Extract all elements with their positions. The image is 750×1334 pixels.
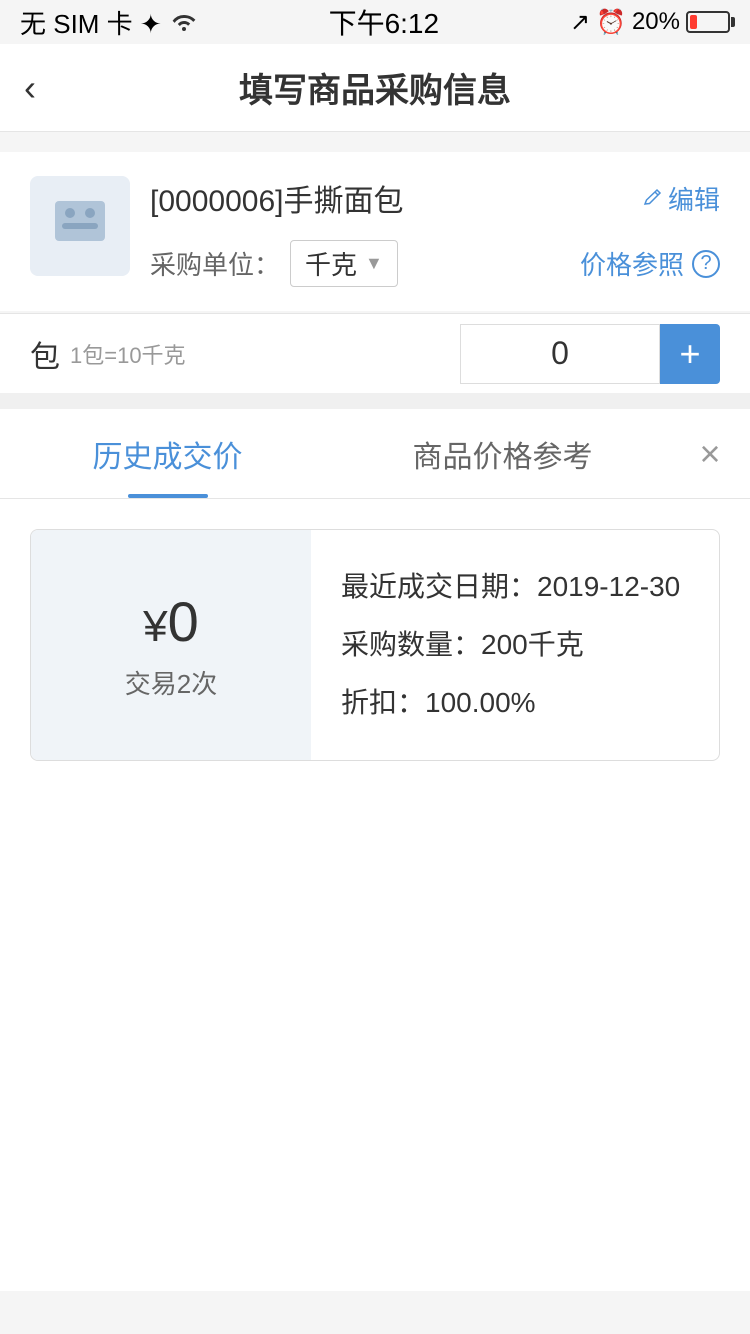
battery-icon: [686, 11, 730, 33]
price-amount: ¥0: [143, 589, 199, 654]
price-card: ¥0 交易2次 最近成交日期：2019-12-30 采购数量：200千克 折扣：…: [30, 529, 720, 761]
tab-active-indicator: [128, 494, 208, 498]
product-name-row: [0000006]手撕面包 编辑: [150, 176, 720, 220]
qty-unit: 包: [30, 332, 60, 376]
discount-value: 100.00%: [425, 687, 536, 718]
tab-bar: 历史成交价 商品价格参考 ×: [0, 409, 750, 499]
purchase-qty-value: 200千克: [481, 629, 584, 660]
price-card-wrap: ¥0 交易2次 最近成交日期：2019-12-30 采购数量：200千克 折扣：…: [0, 499, 750, 791]
quantity-section: 包 1包=10千克 0 +: [0, 313, 750, 393]
product-name: [0000006]手撕面包: [150, 176, 403, 220]
nav-bar: ‹ 填写商品采购信息: [0, 44, 750, 132]
sim-label: 无 SIM 卡 ✦: [20, 4, 162, 41]
product-icon-graphic: [50, 191, 110, 261]
back-button[interactable]: ‹: [24, 67, 36, 109]
product-section: [0000006]手撕面包 编辑 采购单位： 千克 ▼ 价格参照 ?: [0, 152, 750, 311]
product-unit-row: 采购单位： 千克 ▼ 价格参照 ?: [150, 240, 720, 287]
status-right: ↗ ⏰ 20%: [570, 8, 730, 37]
status-bar: 无 SIM 卡 ✦ 下午6:12 ↗ ⏰ 20%: [0, 0, 750, 44]
price-card-right: 最近成交日期：2019-12-30 采购数量：200千克 折扣：100.00%: [311, 530, 719, 760]
tab-history-price[interactable]: 历史成交价: [0, 409, 335, 498]
tab-product-price-ref[interactable]: 商品价格参考: [335, 409, 670, 498]
discount-item: 折扣：100.00%: [341, 682, 689, 724]
location-icon: ↗: [570, 8, 590, 37]
unit-selector-group: 采购单位： 千克 ▼: [150, 240, 398, 287]
price-ref-label: 价格参照: [580, 245, 684, 282]
price-value: 0: [168, 590, 199, 653]
tab-history-price-label: 历史成交价: [93, 432, 243, 476]
quantity-input[interactable]: 0: [460, 324, 660, 384]
tab-product-price-ref-label: 商品价格参考: [413, 432, 593, 476]
bottom-space: [0, 791, 750, 1291]
edit-icon: [642, 187, 664, 209]
product-thumbnail: [30, 176, 130, 276]
section-divider: [0, 393, 750, 409]
purchase-qty-item: 采购数量：200千克: [341, 624, 689, 666]
status-left: 无 SIM 卡 ✦: [20, 4, 198, 41]
quantity-input-wrap: 0 +: [460, 324, 720, 384]
edit-link[interactable]: 编辑: [642, 180, 720, 217]
unit-label: 采购单位：: [150, 245, 280, 282]
unit-value: 千克: [305, 245, 357, 282]
product-details: [0000006]手撕面包 编辑 采购单位： 千克 ▼ 价格参照 ?: [150, 176, 720, 287]
recent-date-label: 最近成交日期：: [341, 571, 537, 602]
quantity-plus-button[interactable]: +: [660, 324, 720, 384]
help-icon: ?: [692, 250, 720, 278]
dropdown-arrow-icon: ▼: [365, 253, 383, 274]
price-card-left: ¥0 交易2次: [31, 530, 311, 760]
qty-sub-label: 1包=10千克: [70, 338, 186, 370]
status-time: 下午6:12: [329, 2, 440, 42]
recent-date-value: 2019-12-30: [537, 571, 680, 602]
unit-dropdown[interactable]: 千克 ▼: [290, 240, 398, 287]
recent-date-item: 最近成交日期：2019-12-30: [341, 566, 689, 608]
price-reference-button[interactable]: 价格参照 ?: [580, 245, 720, 282]
wifi-icon: [170, 7, 198, 38]
alarm-icon: ⏰: [596, 8, 626, 37]
discount-label: 折扣：: [341, 687, 425, 718]
quantity-label: 包 1包=10千克: [30, 332, 186, 376]
close-icon: ×: [699, 433, 720, 475]
battery-percent: 20%: [632, 8, 680, 36]
price-trades: 交易2次: [125, 664, 217, 701]
yuan-symbol: ¥: [143, 602, 167, 651]
tab-close-button[interactable]: ×: [670, 409, 750, 499]
purchase-qty-label: 采购数量：: [341, 629, 481, 660]
page-title: 填写商品采购信息: [239, 63, 511, 112]
